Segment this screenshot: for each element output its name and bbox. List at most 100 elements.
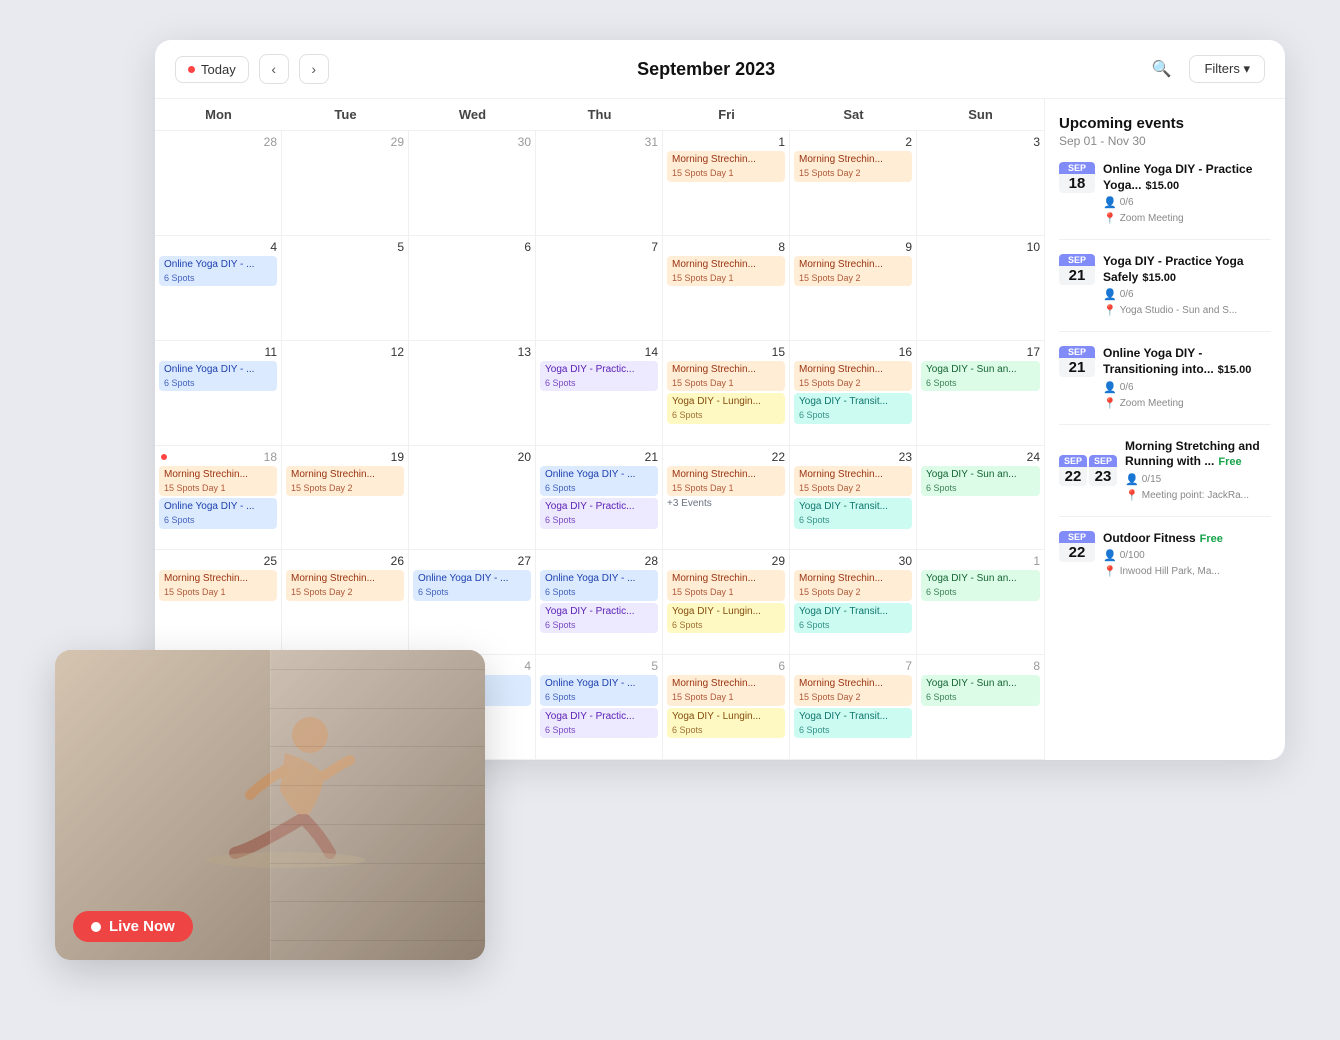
calendar-cell[interactable]: 3: [917, 131, 1044, 236]
calendar-cell[interactable]: 18Morning Strechin...15 Spots Day 1Onlin…: [155, 446, 282, 551]
upcoming-event-item[interactable]: SEP 21 Online Yoga DIY - Transitioning i…: [1059, 346, 1271, 424]
calendar-cell[interactable]: 19Morning Strechin...15 Spots Day 2: [282, 446, 409, 551]
calendar-cell[interactable]: 12: [282, 341, 409, 446]
event-chip[interactable]: Online Yoga DIY - ...6 Spots: [413, 570, 531, 601]
event-chip[interactable]: Online Yoga DIY - ...6 Spots: [540, 675, 658, 706]
event-chip[interactable]: Morning Strechin...15 Spots Day 2: [794, 256, 912, 287]
event-chip[interactable]: Morning Strechin...15 Spots Day 1: [667, 675, 785, 706]
cell-number: 5: [540, 659, 658, 673]
person-icon: 👤: [1103, 196, 1117, 209]
event-chip[interactable]: Morning Strechin...15 Spots Day 1: [667, 466, 785, 497]
calendar-cell[interactable]: 30: [409, 131, 536, 236]
event-chip[interactable]: Yoga DIY - Transit...6 Spots: [794, 708, 912, 739]
calendar-cell[interactable]: 6Morning Strechin...15 Spots Day 1Yoga D…: [663, 655, 790, 760]
calendar-cell[interactable]: 20: [409, 446, 536, 551]
event-chip[interactable]: Morning Strechin...15 Spots Day 1: [159, 466, 277, 497]
search-button[interactable]: 🔍: [1144, 55, 1180, 83]
calendar-cell[interactable]: 16Morning Strechin...15 Spots Day 2Yoga …: [790, 341, 917, 446]
today-button[interactable]: Today: [175, 56, 249, 83]
event-chip[interactable]: Morning Strechin...15 Spots Day 2: [794, 675, 912, 706]
calendar-cell[interactable]: 7: [536, 236, 663, 341]
calendar-cell[interactable]: 29Morning Strechin...15 Spots Day 1Yoga …: [663, 550, 790, 655]
calendar-cell[interactable]: 4Online Yoga DIY - ...6 Spots: [155, 236, 282, 341]
calendar-cell[interactable]: 28Online Yoga DIY - ...6 SpotsYoga DIY -…: [536, 550, 663, 655]
event-chip[interactable]: Morning Strechin...15 Spots Day 2: [286, 466, 404, 497]
event-chip[interactable]: Yoga DIY - Lungin...6 Spots: [667, 393, 785, 424]
event-chip[interactable]: Yoga DIY - Practic...6 Spots: [540, 603, 658, 634]
event-chip[interactable]: Online Yoga DIY - ...6 Spots: [159, 498, 277, 529]
event-chip[interactable]: Morning Strechin...15 Spots Day 2: [794, 466, 912, 497]
calendar-cell[interactable]: 27Online Yoga DIY - ...6 Spots: [409, 550, 536, 655]
calendar-cell[interactable]: 14Yoga DIY - Practic...6 Spots: [536, 341, 663, 446]
event-chip[interactable]: Online Yoga DIY - ...6 Spots: [159, 256, 277, 287]
calendar-cell[interactable]: 28: [155, 131, 282, 236]
upcoming-event-item[interactable]: SEP 18 Online Yoga DIY - Practice Yoga..…: [1059, 162, 1271, 240]
calendar-cell[interactable]: 23Morning Strechin...15 Spots Day 2Yoga …: [790, 446, 917, 551]
event-chip[interactable]: Yoga DIY - Lungin...6 Spots: [667, 603, 785, 634]
upcoming-event-item[interactable]: SEP 22 SEP 23 Morning Stretching and Run…: [1059, 439, 1271, 517]
event-chip[interactable]: Yoga DIY - Sun an...6 Spots: [921, 570, 1040, 601]
event-chip[interactable]: Morning Strechin...15 Spots Day 1: [159, 570, 277, 601]
event-chip[interactable]: Morning Strechin...15 Spots Day 2: [286, 570, 404, 601]
filters-button[interactable]: Filters ▾: [1189, 55, 1265, 83]
calendar-cell[interactable]: 6: [409, 236, 536, 341]
event-chip[interactable]: Yoga DIY - Lungin...6 Spots: [667, 708, 785, 739]
event-chip[interactable]: Morning Strechin...15 Spots Day 2: [794, 361, 912, 392]
event-chip[interactable]: Online Yoga DIY - ...6 Spots: [540, 570, 658, 601]
calendar-cell[interactable]: 5: [282, 236, 409, 341]
event-chip[interactable]: Yoga DIY - Practic...6 Spots: [540, 361, 658, 392]
event-chip[interactable]: Yoga DIY - Transit...6 Spots: [794, 603, 912, 634]
event-chip[interactable]: Morning Strechin...15 Spots Day 2: [794, 151, 912, 182]
event-info: Online Yoga DIY - Transitioning into...$…: [1103, 346, 1271, 409]
event-chip[interactable]: Yoga DIY - Practic...6 Spots: [540, 708, 658, 739]
calendar-cell[interactable]: 7 Morning Strechin...15 Spots Day 2Yoga D…: [790, 655, 917, 760]
calendar-cell[interactable]: 8Yoga DIY - Sun an...6 Spots: [917, 655, 1044, 760]
live-preview-card[interactable]: Live Now: [55, 650, 485, 960]
calendar-cell[interactable]: 13: [409, 341, 536, 446]
event-chip[interactable]: Yoga DIY - Sun an...6 Spots: [921, 675, 1040, 706]
cell-number: 7: [794, 659, 912, 673]
event-chip[interactable]: Morning Strechin...15 Spots Day 1: [667, 151, 785, 182]
calendar-cell[interactable]: 2Morning Strechin...15 Spots Day 2: [790, 131, 917, 236]
event-chip[interactable]: Morning Strechin...15 Spots Day 1: [667, 570, 785, 601]
event-chip[interactable]: Yoga DIY - Practic...6 Spots: [540, 498, 658, 529]
calendar-cell[interactable]: 5 Online Yoga DIY - ...6 SpotsYoga DIY - …: [536, 655, 663, 760]
event-chip[interactable]: Morning Strechin...15 Spots Day 1: [667, 361, 785, 392]
calendar-cell[interactable]: 22Morning Strechin...15 Spots Day 1+3 Ev…: [663, 446, 790, 551]
calendar-cell[interactable]: 25Morning Strechin...15 Spots Day 1: [155, 550, 282, 655]
upcoming-event-item[interactable]: SEP 21 Yoga DIY - Practice Yoga Safely$1…: [1059, 254, 1271, 332]
event-chip[interactable]: Morning Strechin...15 Spots Day 2: [794, 570, 912, 601]
event-chip[interactable]: Yoga DIY - Sun an...6 Spots: [921, 361, 1040, 392]
calendar-cell[interactable]: 30Morning Strechin...15 Spots Day 2Yoga …: [790, 550, 917, 655]
calendar-cell[interactable]: 1Yoga DIY - Sun an...6 Spots: [917, 550, 1044, 655]
upcoming-event-item[interactable]: SEP 22 Outdoor FitnessFree 👤 0/100 📍 Inw…: [1059, 531, 1271, 593]
event-chip[interactable]: Yoga DIY - Sun an...6 Spots: [921, 466, 1040, 497]
event-date-badge: SEP 21: [1059, 346, 1095, 409]
calendar-cell[interactable]: 9Morning Strechin...15 Spots Day 2: [790, 236, 917, 341]
cell-number: 29: [286, 135, 404, 149]
event-chip[interactable]: Yoga DIY - Transit...6 Spots: [794, 498, 912, 529]
location-value: Inwood Hill Park, Ma...: [1120, 566, 1220, 577]
cell-number: 12: [286, 345, 404, 359]
event-price: Free: [1200, 533, 1223, 545]
calendar-cell[interactable]: 24Yoga DIY - Sun an...6 Spots: [917, 446, 1044, 551]
event-chip[interactable]: Morning Strechin...15 Spots Day 1: [667, 256, 785, 287]
calendar-cell[interactable]: 11Online Yoga DIY - ...6 Spots: [155, 341, 282, 446]
calendar-cell[interactable]: 29: [282, 131, 409, 236]
calendar-cell[interactable]: 1Morning Strechin...15 Spots Day 1: [663, 131, 790, 236]
calendar-cell[interactable]: 15Morning Strechin...15 Spots Day 1Yoga …: [663, 341, 790, 446]
spots-value: 0/6: [1120, 382, 1134, 393]
calendar-cell[interactable]: 21Online Yoga DIY - ...6 SpotsYoga DIY -…: [536, 446, 663, 551]
event-date-badge: SEP 22 SEP 23: [1059, 439, 1117, 502]
event-chip[interactable]: Yoga DIY - Transit...6 Spots: [794, 393, 912, 424]
event-chip[interactable]: Online Yoga DIY - ...6 Spots: [540, 466, 658, 497]
calendar-cell[interactable]: 17Yoga DIY - Sun an...6 Spots: [917, 341, 1044, 446]
calendar-cell[interactable]: 8Morning Strechin...15 Spots Day 1: [663, 236, 790, 341]
calendar-cell[interactable]: 31: [536, 131, 663, 236]
event-name: Online Yoga DIY - Transitioning into...$…: [1103, 346, 1271, 377]
calendar-cell[interactable]: 10: [917, 236, 1044, 341]
event-info: Morning Stretching and Running with ...F…: [1125, 439, 1271, 502]
calendar-cell[interactable]: 26Morning Strechin...15 Spots Day 2: [282, 550, 409, 655]
more-events[interactable]: +3 Events: [667, 498, 785, 509]
event-chip[interactable]: Online Yoga DIY - ...6 Spots: [159, 361, 277, 392]
